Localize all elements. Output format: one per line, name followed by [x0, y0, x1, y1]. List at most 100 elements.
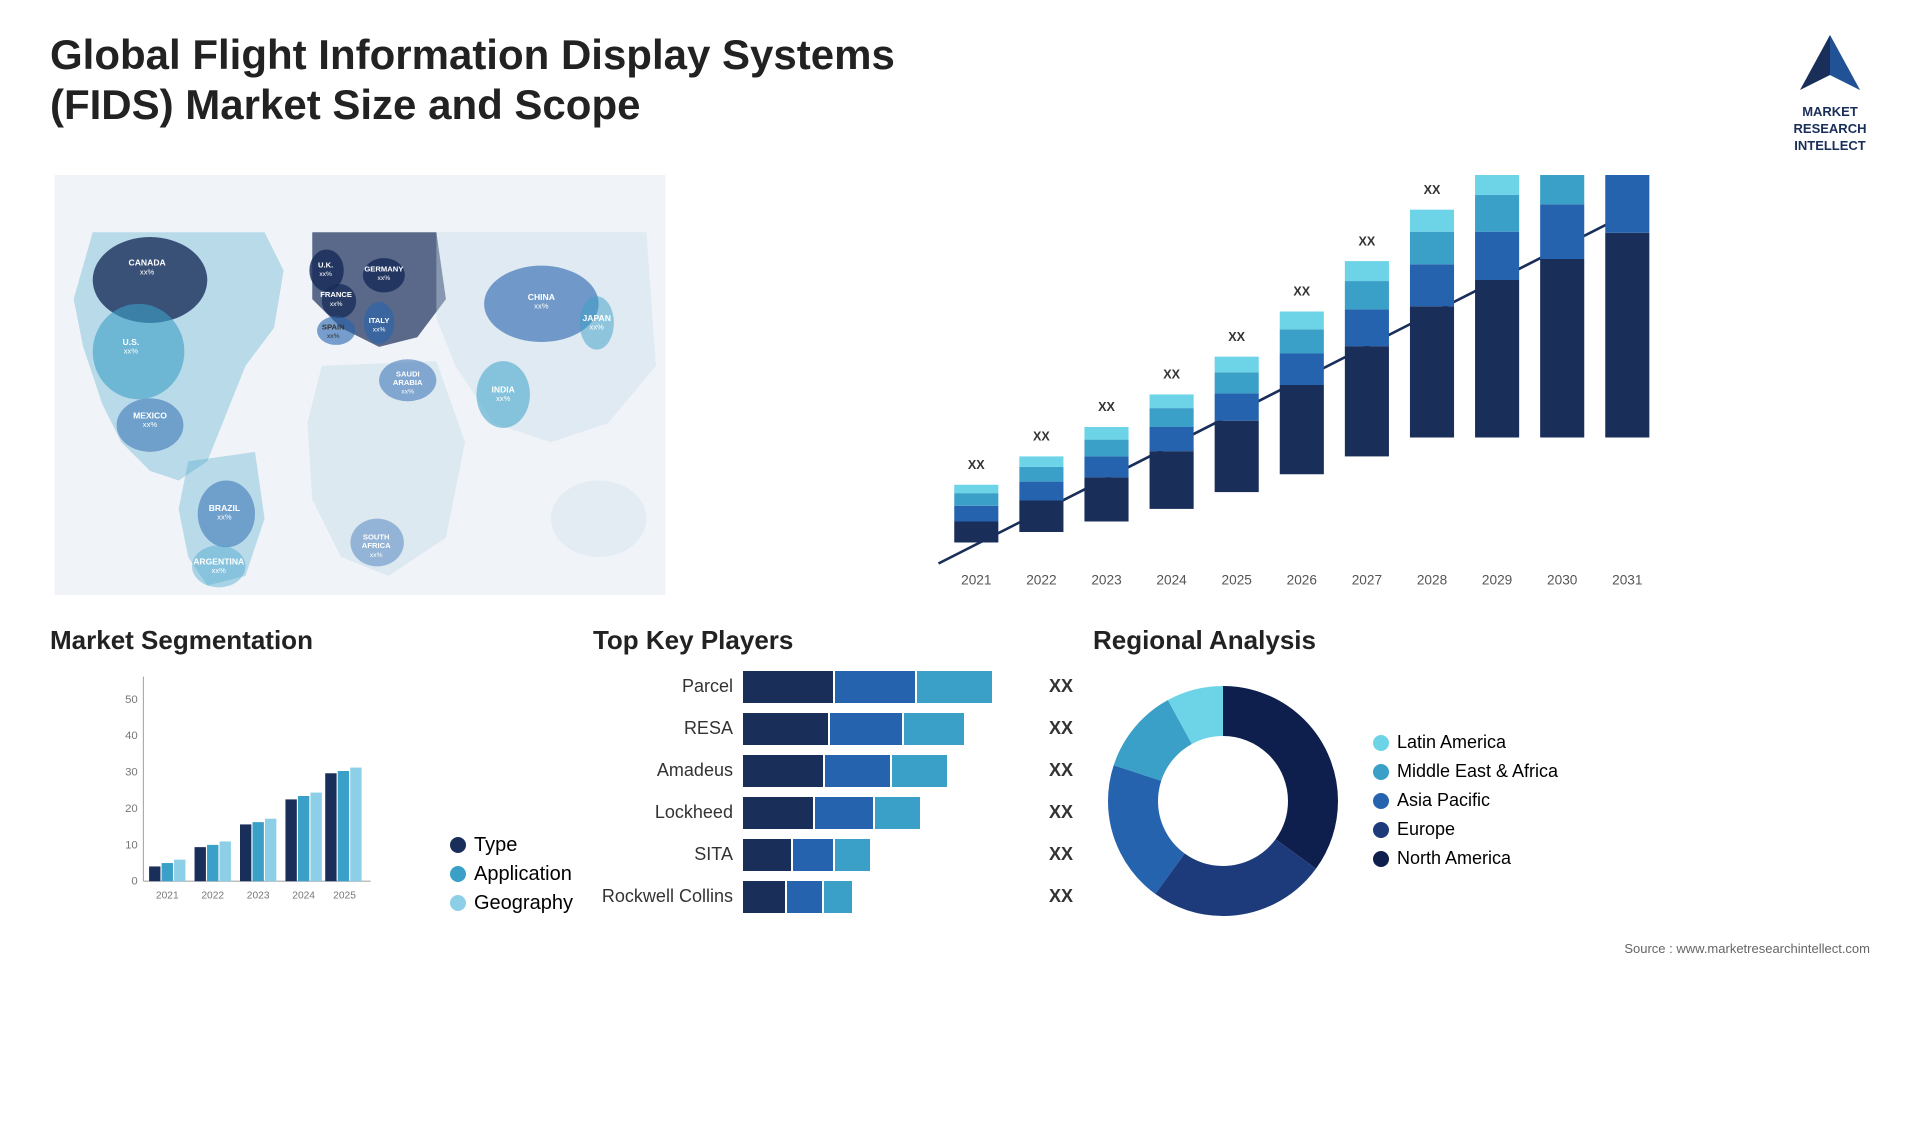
svg-text:XX: XX — [1228, 330, 1245, 344]
map-svg: CANADA xx% U.S. xx% MEXICO xx% BRAZIL xx… — [50, 175, 670, 595]
svg-text:2030: 2030 — [1547, 572, 1578, 587]
growth-chart-svg: XX XX XX XX — [700, 175, 1870, 595]
svg-text:0: 0 — [131, 875, 137, 887]
player-row: Amadeus XX — [593, 755, 1073, 787]
bar-seg3 — [917, 671, 992, 703]
header: Global Flight Information Display System… — [50, 30, 1870, 155]
svg-text:XX: XX — [1163, 367, 1180, 381]
player-row: Rockwell Collins XX — [593, 881, 1073, 913]
growth-chart-container: XX XX XX XX — [700, 175, 1870, 595]
svg-text:ARGENTINA: ARGENTINA — [193, 556, 244, 566]
svg-text:50: 50 — [125, 693, 138, 705]
bar-seg2 — [815, 797, 873, 829]
logo-area: MARKETRESEARCHINTELLECT — [1790, 30, 1870, 155]
legend-dot-geography — [450, 895, 466, 911]
regional-legend: Latin America Middle East & Africa Asia … — [1373, 732, 1558, 869]
svg-text:xx%: xx% — [143, 420, 158, 429]
svg-text:2031: 2031 — [1612, 572, 1642, 587]
svg-text:INDIA: INDIA — [492, 384, 515, 394]
svg-text:2026: 2026 — [1287, 572, 1317, 587]
player-val: XX — [1049, 844, 1073, 865]
svg-text:2023: 2023 — [247, 890, 270, 901]
svg-text:xx%: xx% — [330, 300, 343, 307]
player-bars — [743, 797, 1034, 829]
segmentation-container: Market Segmentation 0 10 20 30 40 50 — [50, 625, 573, 956]
bar-seg3 — [835, 839, 870, 871]
svg-text:U.K.: U.K. — [318, 260, 333, 269]
reg-legend-latin-america: Latin America — [1373, 732, 1558, 753]
svg-text:XX: XX — [1033, 429, 1050, 443]
bar-seg2 — [830, 713, 902, 745]
svg-text:2021: 2021 — [961, 572, 991, 587]
player-bars — [743, 755, 1034, 787]
donut-chart — [1093, 671, 1353, 931]
player-val: XX — [1049, 802, 1073, 823]
svg-text:2027: 2027 — [1352, 572, 1382, 587]
svg-text:2023: 2023 — [1091, 572, 1121, 587]
svg-text:xx%: xx% — [319, 271, 332, 278]
svg-text:U.S.: U.S. — [123, 337, 140, 347]
player-name: SITA — [593, 844, 733, 865]
player-row: SITA XX — [593, 839, 1073, 871]
svg-text:xx%: xx% — [124, 346, 139, 355]
svg-text:MEXICO: MEXICO — [133, 410, 167, 420]
bar-seg2 — [825, 755, 890, 787]
svg-text:BRAZIL: BRAZIL — [209, 503, 240, 513]
player-val: XX — [1049, 676, 1073, 697]
bar-seg1 — [743, 797, 813, 829]
svg-text:xx%: xx% — [401, 388, 414, 395]
player-row: RESA XX — [593, 713, 1073, 745]
bar-seg1 — [743, 671, 833, 703]
bar-seg2 — [835, 671, 915, 703]
segmentation-chart: 0 10 20 30 40 50 60 — [50, 671, 430, 921]
segmentation-title: Market Segmentation — [50, 625, 573, 656]
reg-legend-middle-east: Middle East & Africa — [1373, 761, 1558, 782]
player-bars — [743, 671, 1034, 703]
player-bars — [743, 839, 1034, 871]
player-name: Rockwell Collins — [593, 886, 733, 907]
svg-text:CANADA: CANADA — [129, 257, 166, 267]
source-text: Source : www.marketresearchintellect.com — [1093, 941, 1870, 956]
svg-text:2025: 2025 — [333, 890, 356, 901]
svg-text:30: 30 — [125, 766, 138, 778]
reg-dot-europe — [1373, 822, 1389, 838]
donut-area: Latin America Middle East & Africa Asia … — [1093, 671, 1870, 931]
player-name: Amadeus — [593, 760, 733, 781]
players-container: Top Key Players Parcel XX RESA — [593, 625, 1073, 956]
svg-text:XX: XX — [968, 458, 985, 472]
svg-text:FRANCE: FRANCE — [320, 290, 352, 299]
bar-seg2 — [787, 881, 822, 913]
svg-text:10: 10 — [125, 839, 138, 851]
segmentation-legend: Type Application Geography — [450, 834, 573, 921]
svg-text:2028: 2028 — [1417, 572, 1447, 587]
player-row: Parcel XX — [593, 671, 1073, 703]
reg-dot-middle-east — [1373, 764, 1389, 780]
svg-text:JAPAN: JAPAN — [583, 313, 611, 323]
bar-seg1 — [743, 713, 828, 745]
svg-text:2024: 2024 — [292, 890, 315, 901]
page-title: Global Flight Information Display System… — [50, 30, 950, 131]
players-chart: Parcel XX RESA XX — [593, 671, 1073, 913]
svg-text:SPAIN: SPAIN — [322, 322, 345, 331]
svg-text:xx%: xx% — [373, 326, 386, 333]
legend-application: Application — [450, 863, 573, 886]
svg-text:XX: XX — [1358, 234, 1375, 248]
bar-seg2 — [793, 839, 833, 871]
logo-text: MARKETRESEARCHINTELLECT — [1794, 104, 1867, 155]
regional-container: Regional Analysis — [1093, 625, 1870, 956]
svg-text:xx%: xx% — [140, 267, 155, 276]
svg-text:xx%: xx% — [370, 551, 383, 558]
logo-icon — [1790, 30, 1870, 100]
player-row: Lockheed XX — [593, 797, 1073, 829]
regional-title: Regional Analysis — [1093, 625, 1870, 656]
player-val: XX — [1049, 760, 1073, 781]
bottom-section: Market Segmentation 0 10 20 30 40 50 — [50, 625, 1870, 956]
svg-text:xx%: xx% — [217, 512, 232, 521]
player-val: XX — [1049, 886, 1073, 907]
svg-text:XX: XX — [1424, 183, 1441, 197]
bar-seg3 — [875, 797, 920, 829]
reg-legend-asia-pacific: Asia Pacific — [1373, 790, 1558, 811]
svg-text:xx%: xx% — [496, 394, 511, 403]
svg-text:2025: 2025 — [1222, 572, 1253, 587]
seg-svg: 0 10 20 30 40 50 60 — [50, 671, 430, 921]
